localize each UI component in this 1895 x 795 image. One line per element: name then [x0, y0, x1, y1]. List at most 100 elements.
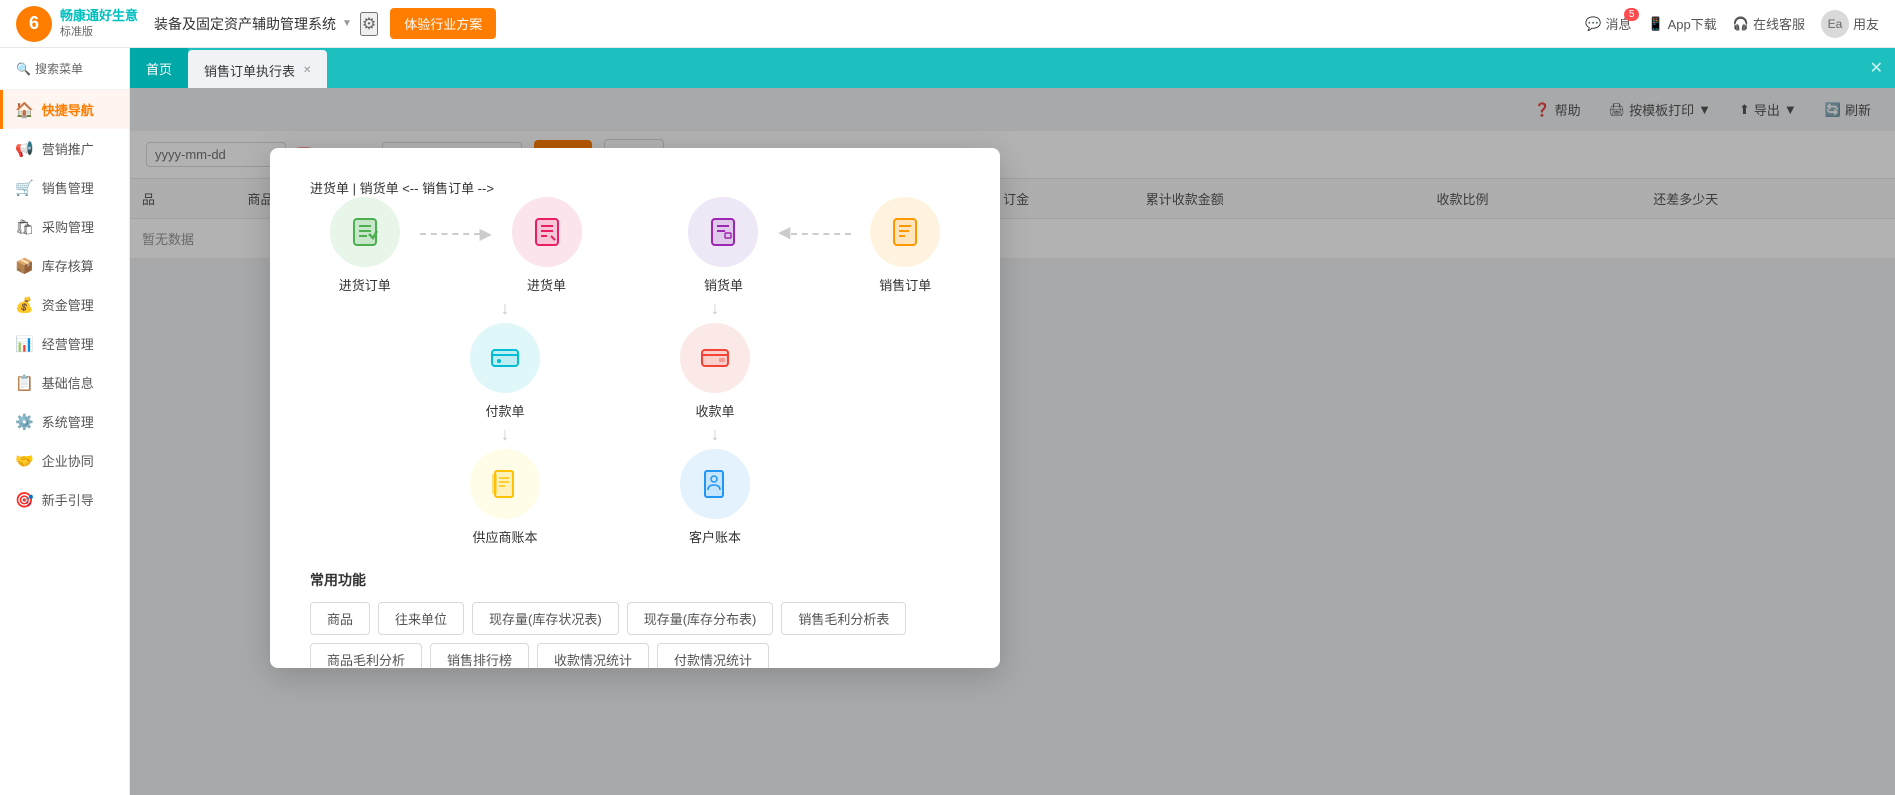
supplier-ledger-label: 供应商账本 — [472, 527, 537, 546]
modal-overlay[interactable]: 进货单 | 销货单 <-- 销售订单 --> 进货订单 — [130, 88, 1895, 795]
purchase-bill-down-col: ↓ — [440, 294, 570, 323]
online-service-label: 在线客服 — [1753, 14, 1805, 33]
sidebar-item-inventory[interactable]: 📦 库存核算 — [0, 246, 129, 285]
app-download-label: App下载 — [1668, 14, 1717, 33]
sidebar-item-purchase[interactable]: 🛍 采购管理 — [0, 207, 129, 246]
sidebar-item-newbie[interactable]: 🎯 新手引导 — [0, 480, 129, 519]
sidebar-item-label: 资金管理 — [42, 295, 94, 314]
down-arrow-sales: ↓ — [711, 298, 720, 319]
customer-ledger-circle — [680, 449, 750, 519]
tab-bar: 首页 销售订单执行表 ✕ ✕ — [130, 48, 1895, 88]
receipt-circle — [680, 323, 750, 393]
func-btn-收款情况统计[interactable]: 收款情况统计 — [537, 643, 649, 668]
flow-item-sales-order[interactable]: 销售订单 — [851, 197, 961, 294]
flow-item-purchase-bill[interactable]: 进货单 — [492, 197, 602, 294]
message-button[interactable]: 💬 消息 5 — [1585, 14, 1631, 33]
sidebar-item-label: 库存核算 — [42, 256, 94, 275]
online-service-button[interactable]: 🎧 在线客服 — [1733, 14, 1805, 33]
main-area: 🔍 搜索菜单 🏠 快捷导航 📢 营销推广 🛒 销售管理 🛍 — [0, 48, 1895, 795]
sidebar-item-label: 采购管理 — [42, 217, 94, 236]
sidebar-item-label: 企业协同 — [42, 451, 94, 470]
func-btn-商品毛利分析[interactable]: 商品毛利分析 — [310, 643, 422, 668]
user-label: 用友 — [1853, 14, 1879, 33]
receipt-down-col: ↓ — [650, 420, 780, 449]
sidebar-item-finance[interactable]: 💰 资金管理 — [0, 285, 129, 324]
inventory-icon: 📦 — [15, 257, 34, 275]
sales-bill-down-col: ↓ — [650, 294, 780, 323]
sidebar-item-label: 新手引导 — [42, 490, 94, 509]
brand-name: 畅康通好生意 — [60, 8, 138, 25]
purchase-bill-circle — [512, 197, 582, 267]
sidebar-item-marketing[interactable]: 📢 营销推广 — [0, 129, 129, 168]
tab-bar-close-button[interactable]: ✕ — [1870, 58, 1883, 78]
sales-order-label: 销售订单 — [879, 275, 931, 294]
sidebar-item-quick-nav[interactable]: 🏠 快捷导航 — [0, 90, 129, 129]
common-functions-title: 常用功能 — [310, 570, 960, 590]
sales-order-circle — [870, 197, 940, 267]
avatar: Ea — [1821, 10, 1849, 38]
down-arrow-purchase: ↓ — [501, 298, 510, 319]
tab-sales-order-label: 销售订单执行表 — [204, 61, 295, 80]
home-icon: 🏠 — [15, 101, 34, 119]
tab-home[interactable]: 首页 — [130, 48, 188, 88]
modal-box: 进货单 | 销货单 <-- 销售订单 --> 进货订单 — [270, 148, 1000, 668]
top-bar: 6 畅康通好生意 标准版 装备及固定资产辅助管理系统 ▼ ⚙ 体验行业方案 💬 … — [0, 0, 1895, 48]
system-title-text: 装备及固定资产辅助管理系统 — [154, 14, 336, 34]
func-btn-销售排行榜[interactable]: 销售排行榜 — [430, 643, 529, 668]
system-title-area: 装备及固定资产辅助管理系统 ▼ — [154, 14, 352, 34]
func-btn-付款情况统计[interactable]: 付款情况统计 — [657, 643, 769, 668]
flow-item-payment[interactable]: 付款单 — [440, 323, 570, 420]
receipt-label: 收款单 — [695, 401, 734, 420]
purchase-order-label: 进货订单 — [339, 275, 391, 294]
operations-icon: 📊 — [15, 335, 34, 353]
download-icon: 📱 — [1647, 16, 1663, 32]
app-download-button[interactable]: 📱 App下载 — [1647, 14, 1716, 33]
newbie-icon: 🎯 — [15, 491, 34, 509]
payment-label: 付款单 — [485, 401, 524, 420]
search-menu-label: 搜索菜单 — [35, 60, 83, 77]
func-btn-现存量(库存分布表)[interactable]: 现存量(库存分布表) — [627, 602, 774, 635]
message-badge: 5 — [1624, 8, 1640, 21]
try-industry-button[interactable]: 体验行业方案 — [390, 8, 496, 39]
func-btn-商品[interactable]: 商品 — [310, 602, 370, 635]
avatar-initials: Ea — [1828, 17, 1843, 31]
sales-bill-label: 销货单 — [704, 275, 743, 294]
app-container: 6 畅康通好生意 标准版 装备及固定资产辅助管理系统 ▼ ⚙ 体验行业方案 💬 … — [0, 0, 1895, 795]
common-functions-section: 常用功能 商品往来单位现存量(库存状况表)现存量(库存分布表)销售毛利分析表商品… — [310, 570, 960, 668]
func-btn-现存量(库存状况表)[interactable]: 现存量(库存状况表) — [472, 602, 619, 635]
search-menu-button[interactable]: 🔍 搜索菜单 — [8, 56, 121, 81]
system-icon: ⚙️ — [15, 413, 34, 431]
flow-item-purchase-order[interactable]: 进货订单 — [310, 197, 420, 294]
supplier-ledger-circle — [470, 449, 540, 519]
purchase-icon: 🛍 — [15, 218, 34, 236]
system-dropdown-arrow[interactable]: ▼ — [342, 18, 352, 29]
tab-sales-order-exec[interactable]: 销售订单执行表 ✕ — [188, 50, 327, 90]
flow-item-sales-bill[interactable]: 销货单 — [669, 197, 779, 294]
user-menu-button[interactable]: Ea 用友 — [1821, 10, 1879, 38]
func-btn-往来单位[interactable]: 往来单位 — [378, 602, 464, 635]
settings-button[interactable]: ⚙ — [360, 12, 378, 36]
sidebar-item-enterprise[interactable]: 🤝 企业协同 — [0, 441, 129, 480]
payment-circle — [470, 323, 540, 393]
flow-item-customer-ledger[interactable]: 客户账本 — [650, 449, 780, 546]
sidebar-item-basic-info[interactable]: 📋 基础信息 — [0, 363, 129, 402]
sidebar-item-system[interactable]: ⚙️ 系统管理 — [0, 402, 129, 441]
sales-icon: 🛒 — [15, 179, 34, 197]
payment-down-col: ↓ — [440, 420, 570, 449]
func-btn-销售毛利分析表[interactable]: 销售毛利分析表 — [781, 602, 906, 635]
sales-bill-circle — [688, 197, 758, 267]
sidebar-item-operations[interactable]: 📊 经营管理 — [0, 324, 129, 363]
sidebar-item-sales[interactable]: 🛒 销售管理 — [0, 168, 129, 207]
flow-item-receipt[interactable]: 收款单 — [650, 323, 780, 420]
flow-item-supplier-ledger[interactable]: 供应商账本 — [440, 449, 570, 546]
down-arrow-receipt: ↓ — [711, 424, 720, 445]
sidebar-item-label: 快捷导航 — [42, 100, 94, 119]
headset-icon: 🎧 — [1733, 16, 1749, 32]
finance-icon: 💰 — [15, 296, 34, 314]
arrow-purchase-order-to-bill: ▶ — [420, 224, 492, 268]
arrow-right-icon: ▶ — [480, 224, 492, 244]
sidebar-item-label: 营销推广 — [42, 139, 94, 158]
flow-row-arrows: ↓ ↓ — [440, 294, 960, 323]
sidebar-item-label: 系统管理 — [42, 412, 94, 431]
tab-close-icon[interactable]: ✕ — [303, 65, 311, 76]
